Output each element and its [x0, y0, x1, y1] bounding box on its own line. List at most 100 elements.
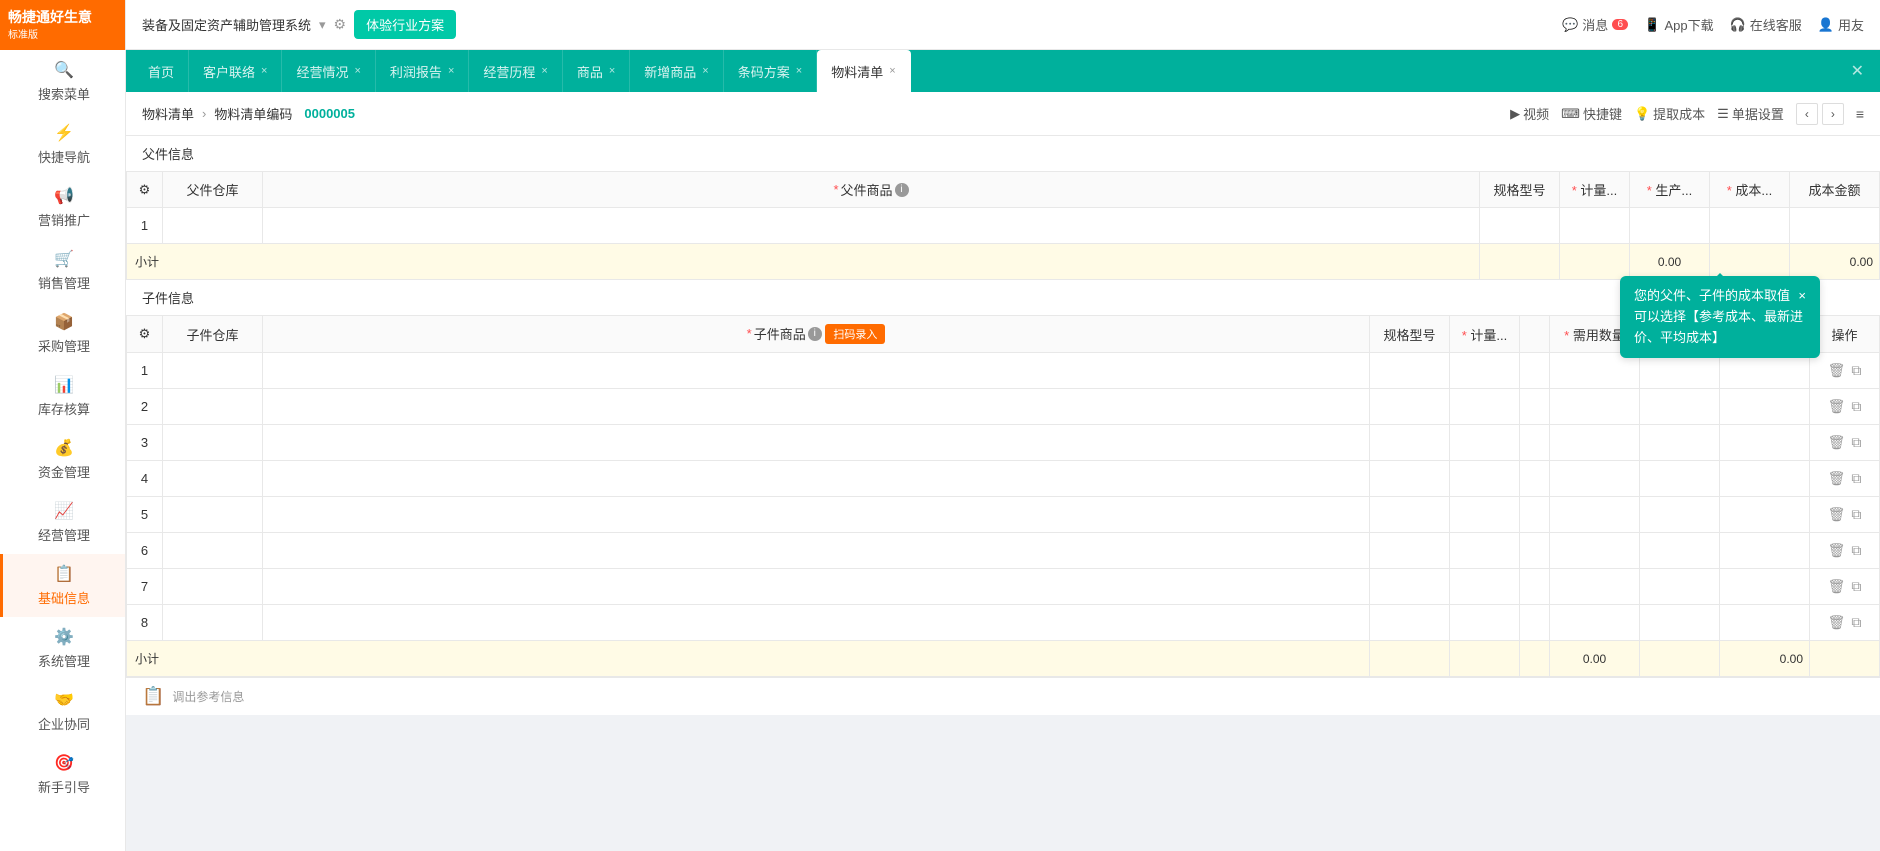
tab-goods-close[interactable]: ×	[609, 65, 615, 77]
child-row-8-price[interactable]	[1640, 605, 1720, 641]
sidebar-item-purchase[interactable]: 📦 采购管理	[0, 302, 125, 365]
sidebar-item-quicknav[interactable]: ⚡ 快捷导航	[0, 113, 125, 176]
child-row-8-qty[interactable]	[1550, 605, 1640, 641]
breadcrumb-parent[interactable]: 物料清单	[142, 104, 194, 123]
gear-settings-icon[interactable]: ⚙	[139, 182, 151, 197]
sidebar-item-management[interactable]: 📈 经营管理	[0, 491, 125, 554]
child-row-1-unit[interactable]	[1450, 353, 1520, 389]
tab-home[interactable]: 首页	[134, 50, 189, 92]
shortcut-button[interactable]: ⌨ 快捷键	[1561, 104, 1622, 123]
tab-operation-close[interactable]: ×	[354, 65, 360, 77]
child-row-7-product[interactable]	[263, 569, 1370, 605]
child-row-3-spec[interactable]	[1370, 425, 1450, 461]
sidebar-item-marketing[interactable]: 📢 营销推广	[0, 176, 125, 239]
sidebar-item-sales[interactable]: 🛒 销售管理	[0, 239, 125, 302]
tab-operation[interactable]: 经营情况 ×	[282, 50, 375, 92]
child-row-6-warehouse[interactable]	[163, 533, 263, 569]
child-row-3-price[interactable]	[1640, 425, 1720, 461]
copy-icon-1[interactable]: ⧉	[1851, 362, 1861, 379]
child-row-6-product[interactable]	[263, 533, 1370, 569]
settings-icon[interactable]: ⚙	[334, 16, 347, 33]
child-row-5-qty[interactable]	[1550, 497, 1640, 533]
child-row-8-unit[interactable]	[1450, 605, 1520, 641]
scan-button[interactable]: 扫码录入	[825, 324, 885, 344]
child-row-4-warehouse[interactable]	[163, 461, 263, 497]
child-row-7-price[interactable]	[1640, 569, 1720, 605]
copy-icon-5[interactable]: ⧉	[1851, 506, 1861, 523]
delete-icon-8[interactable]: 🗑	[1828, 614, 1846, 631]
child-row-3-warehouse[interactable]	[163, 425, 263, 461]
tab-profit-close[interactable]: ×	[448, 65, 454, 77]
copy-icon-3[interactable]: ⧉	[1851, 434, 1861, 451]
delete-icon-3[interactable]: 🗑	[1828, 434, 1846, 451]
delete-icon-4[interactable]: 🗑	[1828, 470, 1846, 487]
tab-close-all[interactable]: ✕	[1843, 61, 1872, 81]
tab-history-close[interactable]: ×	[541, 65, 547, 77]
sidebar-item-inventory[interactable]: 📊 库存核算	[0, 365, 125, 428]
child-row-8-product[interactable]	[263, 605, 1370, 641]
copy-icon-2[interactable]: ⧉	[1851, 398, 1861, 415]
single-settings-button[interactable]: ☰ 单据设置	[1717, 104, 1784, 123]
child-row-3-unit[interactable]	[1450, 425, 1520, 461]
child-row-2-qty[interactable]	[1550, 389, 1640, 425]
dropdown-arrow-icon[interactable]: ▾	[319, 17, 326, 33]
view-button[interactable]: ▶ 视频	[1510, 104, 1549, 123]
tab-bom-close[interactable]: ×	[889, 65, 895, 77]
nav-next[interactable]: ›	[1822, 103, 1844, 125]
tab-new-goods[interactable]: 新增商品 ×	[630, 50, 723, 92]
delete-icon-2[interactable]: 🗑	[1828, 398, 1846, 415]
copy-icon-4[interactable]: ⧉	[1851, 470, 1861, 487]
copy-icon-6[interactable]: ⧉	[1851, 542, 1861, 559]
tab-barcode-close[interactable]: ×	[796, 65, 802, 77]
child-row-4-spec[interactable]	[1370, 461, 1450, 497]
user-menu[interactable]: 👤 用友	[1818, 15, 1864, 34]
child-row-6-qty[interactable]	[1550, 533, 1640, 569]
child-product-info-icon[interactable]: i	[808, 327, 822, 341]
parent-product-info-icon[interactable]: i	[895, 183, 909, 197]
sidebar-item-search[interactable]: 🔍 搜索菜单	[0, 50, 125, 113]
delete-icon-5[interactable]: 🗑	[1828, 506, 1846, 523]
grid-view-icon[interactable]: ≡	[1856, 106, 1864, 122]
child-row-4-unit[interactable]	[1450, 461, 1520, 497]
child-row-7-warehouse[interactable]	[163, 569, 263, 605]
child-row-1-warehouse[interactable]	[163, 353, 263, 389]
copy-icon-8[interactable]: ⧉	[1851, 614, 1861, 631]
child-row-3-qty[interactable]	[1550, 425, 1640, 461]
parent-row-1-prod[interactable]	[1630, 208, 1710, 244]
child-row-5-unit[interactable]	[1450, 497, 1520, 533]
child-row-3-product[interactable]	[263, 425, 1370, 461]
child-row-7-qty[interactable]	[1550, 569, 1640, 605]
delete-icon-1[interactable]: 🗑	[1828, 362, 1846, 379]
delete-icon-6[interactable]: 🗑	[1828, 542, 1846, 559]
child-row-6-spec[interactable]	[1370, 533, 1450, 569]
try-button[interactable]: 体验行业方案	[354, 10, 456, 39]
tab-bom[interactable]: 物料清单 ×	[817, 50, 910, 92]
sidebar-item-guide[interactable]: 🎯 新手引导	[0, 743, 125, 806]
child-gear-icon[interactable]: ⚙	[139, 326, 151, 341]
child-row-5-warehouse[interactable]	[163, 497, 263, 533]
nav-prev[interactable]: ‹	[1796, 103, 1818, 125]
tab-goods[interactable]: 商品 ×	[563, 50, 630, 92]
parent-row-1-cost[interactable]	[1710, 208, 1790, 244]
child-row-5-product[interactable]	[263, 497, 1370, 533]
child-row-5-price[interactable]	[1640, 497, 1720, 533]
child-row-7-unit[interactable]	[1450, 569, 1520, 605]
child-row-1-spec[interactable]	[1370, 353, 1450, 389]
child-row-2-warehouse[interactable]	[163, 389, 263, 425]
online-service-button[interactable]: 🎧 在线客服	[1730, 15, 1802, 34]
sidebar-item-collab[interactable]: 🤝 企业协同	[0, 680, 125, 743]
tab-new-goods-close[interactable]: ×	[702, 65, 708, 77]
child-row-2-spec[interactable]	[1370, 389, 1450, 425]
delete-icon-7[interactable]: 🗑	[1828, 578, 1846, 595]
child-row-4-price[interactable]	[1640, 461, 1720, 497]
message-button[interactable]: 💬 消息 6	[1562, 15, 1628, 34]
tab-customer[interactable]: 客户联络 ×	[189, 50, 282, 92]
sidebar-item-finance[interactable]: 💰 资金管理	[0, 428, 125, 491]
child-row-8-spec[interactable]	[1370, 605, 1450, 641]
parent-row-1-unit[interactable]	[1560, 208, 1630, 244]
tab-history[interactable]: 经营历程 ×	[469, 50, 562, 92]
child-row-2-product[interactable]	[263, 389, 1370, 425]
child-row-1-product[interactable]	[263, 353, 1370, 389]
copy-icon-7[interactable]: ⧉	[1851, 578, 1861, 595]
tooltip-close-button[interactable]: ×	[1798, 286, 1806, 307]
